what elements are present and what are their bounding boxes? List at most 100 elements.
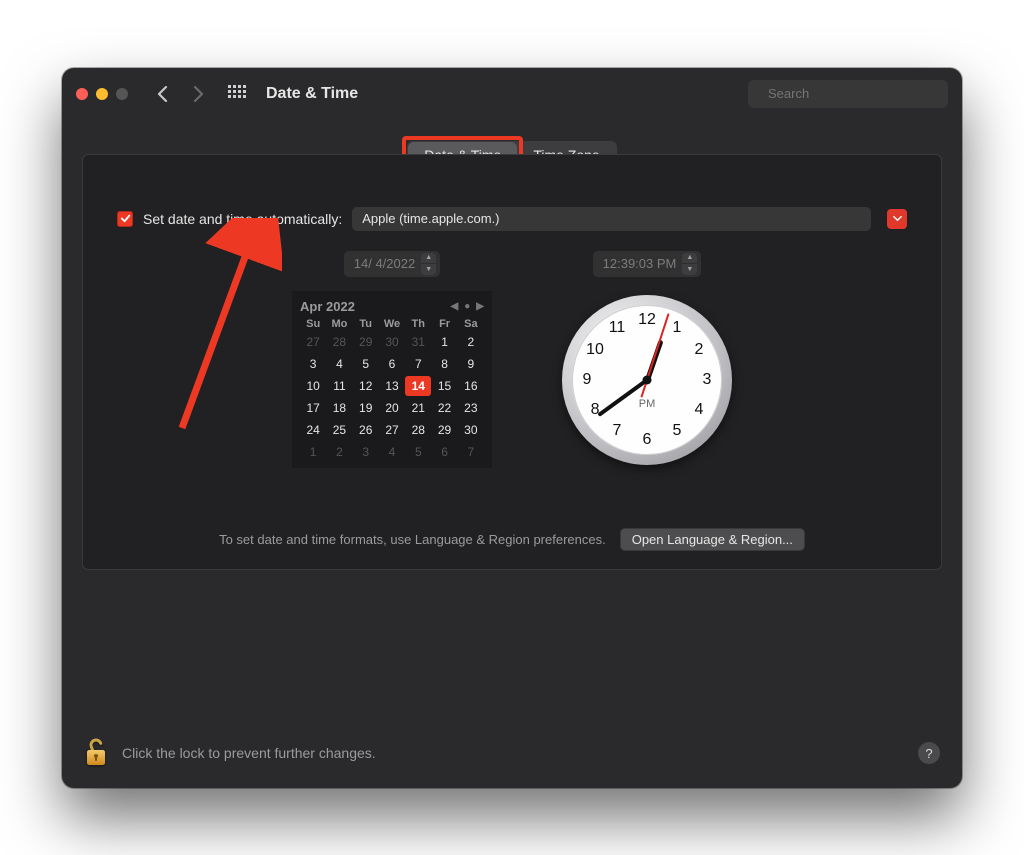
zoom-window-icon[interactable] bbox=[116, 88, 128, 100]
back-button[interactable] bbox=[150, 80, 174, 108]
calendar-day: 28 bbox=[326, 332, 352, 352]
clock-numeral: 10 bbox=[586, 341, 604, 359]
close-window-icon[interactable] bbox=[76, 88, 88, 100]
calendar-day: 3 bbox=[353, 442, 379, 462]
open-language-region-button[interactable]: Open Language & Region... bbox=[620, 528, 805, 551]
calendar-month-label: Apr 2022 bbox=[300, 299, 355, 314]
calendar-day: 6 bbox=[431, 442, 457, 462]
minimize-window-icon[interactable] bbox=[96, 88, 108, 100]
calendar-day[interactable]: 1 bbox=[431, 332, 457, 352]
clock-numeral: 3 bbox=[703, 371, 712, 389]
calendar-day: 29 bbox=[353, 332, 379, 352]
calendar-day[interactable]: 24 bbox=[300, 420, 326, 440]
calendar-day: 27 bbox=[300, 332, 326, 352]
auto-datetime-label: Set date and time automatically: bbox=[143, 211, 342, 227]
date-input[interactable]: 14/ 4/2022 ▲ ▼ bbox=[344, 251, 440, 277]
calendar-day[interactable]: 29 bbox=[431, 420, 457, 440]
stepper-down-icon[interactable]: ▼ bbox=[421, 264, 436, 275]
time-stepper[interactable]: ▲ ▼ bbox=[682, 253, 697, 275]
time-server-dropdown-icon[interactable] bbox=[887, 209, 907, 229]
time-input[interactable]: 12:39:03 PM ▲ ▼ bbox=[593, 251, 702, 277]
calendar-day[interactable]: 2 bbox=[458, 332, 484, 352]
calendar-day: 30 bbox=[379, 332, 405, 352]
date-value: 14/ 4/2022 bbox=[354, 256, 415, 271]
calendar-dow: Th bbox=[405, 318, 431, 330]
clock-numeral: 5 bbox=[673, 422, 682, 440]
search-field[interactable] bbox=[748, 80, 948, 108]
analog-clock: PM 123456789101112 bbox=[562, 295, 732, 465]
calendar-nav[interactable]: ◀ ● ▶ bbox=[451, 301, 484, 312]
auto-datetime-row: Set date and time automatically: Apple (… bbox=[117, 207, 907, 231]
clock-numeral: 12 bbox=[638, 311, 656, 329]
calendar[interactable]: Apr 2022 ◀ ● ▶ SuMoTuWeThFrSa27282930311… bbox=[292, 291, 492, 468]
calendar-day[interactable]: 28 bbox=[405, 420, 431, 440]
clock-numeral: 1 bbox=[673, 319, 682, 337]
calendar-dow: Fr bbox=[431, 318, 457, 330]
calendar-dow: Tu bbox=[353, 318, 379, 330]
clock-numeral: 11 bbox=[609, 319, 626, 337]
formats-hint: To set date and time formats, use Langua… bbox=[219, 532, 606, 547]
calendar-day[interactable]: 13 bbox=[379, 376, 405, 396]
formats-row: To set date and time formats, use Langua… bbox=[117, 528, 907, 551]
calendar-day: 5 bbox=[405, 442, 431, 462]
calendar-day[interactable]: 11 bbox=[326, 376, 352, 396]
calendar-next-icon[interactable]: ▶ bbox=[476, 301, 484, 312]
calendar-day[interactable]: 21 bbox=[405, 398, 431, 418]
calendar-day[interactable]: 22 bbox=[431, 398, 457, 418]
calendar-day[interactable]: 25 bbox=[326, 420, 352, 440]
calendar-prev-icon[interactable]: ◀ bbox=[451, 301, 459, 312]
lock-hint: Click the lock to prevent further change… bbox=[122, 745, 376, 761]
search-input[interactable] bbox=[766, 85, 946, 102]
calendar-day: 1 bbox=[300, 442, 326, 462]
calendar-day-today[interactable]: 14 bbox=[405, 376, 431, 396]
calendar-day[interactable]: 27 bbox=[379, 420, 405, 440]
calendar-today-icon[interactable]: ● bbox=[464, 301, 470, 312]
calendar-day: 7 bbox=[458, 442, 484, 462]
window-title: Date & Time bbox=[266, 85, 358, 103]
date-column: 14/ 4/2022 ▲ ▼ Apr 2022 ◀ ● ▶ bbox=[292, 251, 492, 468]
help-button[interactable]: ? bbox=[918, 742, 940, 764]
calendar-day[interactable]: 19 bbox=[353, 398, 379, 418]
stepper-up-icon[interactable]: ▲ bbox=[421, 253, 436, 265]
calendar-day[interactable]: 18 bbox=[326, 398, 352, 418]
calendar-day[interactable]: 20 bbox=[379, 398, 405, 418]
window-traffic-lights[interactable] bbox=[76, 88, 128, 100]
titlebar: Date & Time bbox=[62, 68, 962, 120]
stepper-down-icon[interactable]: ▼ bbox=[682, 264, 697, 275]
calendar-day[interactable]: 17 bbox=[300, 398, 326, 418]
time-server-value: Apple (time.apple.com.) bbox=[362, 211, 499, 226]
calendar-day[interactable]: 9 bbox=[458, 354, 484, 374]
date-stepper[interactable]: ▲ ▼ bbox=[421, 253, 436, 275]
calendar-day: 4 bbox=[379, 442, 405, 462]
time-server-field[interactable]: Apple (time.apple.com.) bbox=[352, 207, 871, 231]
settings-panel: Set date and time automatically: Apple (… bbox=[82, 154, 942, 570]
clock-numeral: 2 bbox=[695, 341, 704, 359]
show-all-prefs-icon[interactable] bbox=[228, 85, 246, 103]
calendar-day[interactable]: 12 bbox=[353, 376, 379, 396]
calendar-day[interactable]: 16 bbox=[458, 376, 484, 396]
calendar-day[interactable]: 3 bbox=[300, 354, 326, 374]
calendar-day[interactable]: 4 bbox=[326, 354, 352, 374]
forward-button[interactable] bbox=[186, 80, 210, 108]
calendar-dow: Su bbox=[300, 318, 326, 330]
calendar-day[interactable]: 30 bbox=[458, 420, 484, 440]
lock-row: Click the lock to prevent further change… bbox=[84, 737, 940, 770]
calendar-day[interactable]: 7 bbox=[405, 354, 431, 374]
clock-numeral: 4 bbox=[695, 401, 704, 419]
preferences-window: Date & Time Date & Time Time Zone Set da… bbox=[62, 68, 962, 788]
calendar-day[interactable]: 15 bbox=[431, 376, 457, 396]
calendar-day[interactable]: 8 bbox=[431, 354, 457, 374]
calendar-day: 2 bbox=[326, 442, 352, 462]
calendar-day: 31 bbox=[405, 332, 431, 352]
auto-datetime-checkbox[interactable] bbox=[117, 211, 133, 227]
clock-ampm: PM bbox=[639, 398, 656, 410]
calendar-day[interactable]: 6 bbox=[379, 354, 405, 374]
calendar-day[interactable]: 10 bbox=[300, 376, 326, 396]
clock-numeral: 6 bbox=[643, 431, 652, 449]
calendar-day[interactable]: 26 bbox=[353, 420, 379, 440]
calendar-day[interactable]: 5 bbox=[353, 354, 379, 374]
calendar-dow: Sa bbox=[458, 318, 484, 330]
stepper-up-icon[interactable]: ▲ bbox=[682, 253, 697, 265]
unlock-icon[interactable] bbox=[84, 737, 108, 770]
calendar-day[interactable]: 23 bbox=[458, 398, 484, 418]
